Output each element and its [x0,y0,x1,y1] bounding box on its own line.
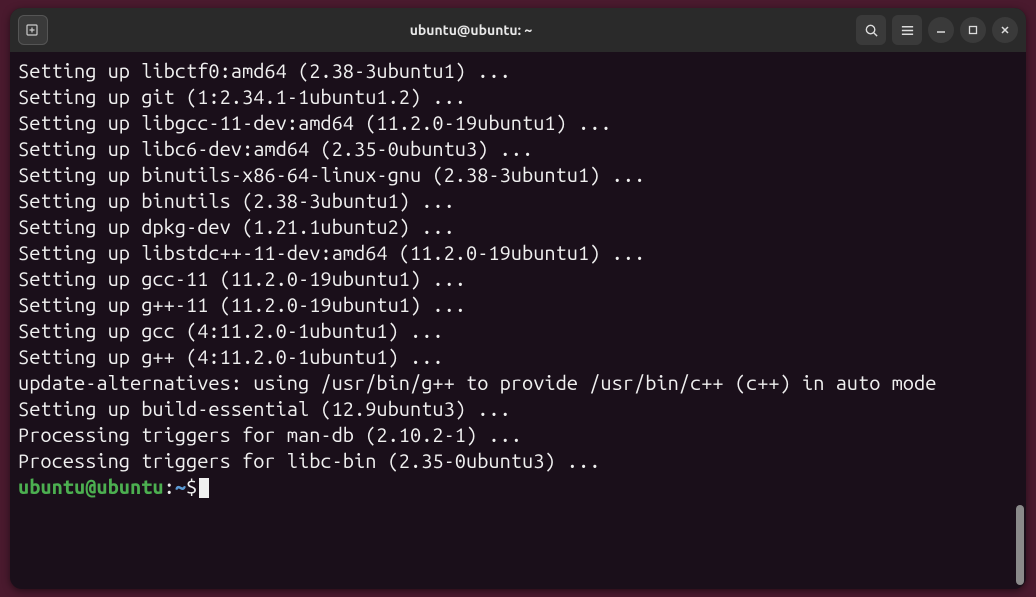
prompt-colon: : [164,475,175,498]
minimize-button[interactable] [928,17,954,43]
output-line: update-alternatives: using /usr/bin/g++ … [18,370,1018,396]
output-line: Setting up binutils-x86-64-linux-gnu (2.… [18,162,1018,188]
close-icon [999,24,1011,36]
search-icon [864,23,879,38]
titlebar: ubuntu@ubuntu: ~ [10,8,1026,52]
prompt-symbol: $ [186,475,197,498]
output-line: Processing triggers for man-db (2.10.2-1… [18,422,1018,448]
maximize-icon [967,24,979,36]
output-line: Setting up dpkg-dev (1.21.1ubuntu2) ... [18,214,1018,240]
output-line: Setting up binutils (2.38-3ubuntu1) ... [18,188,1018,214]
output-line: Processing triggers for libc-bin (2.35-0… [18,448,1018,474]
maximize-button[interactable] [960,17,986,43]
terminal-window: ubuntu@ubuntu: ~ Setting up libctf0:amd6… [10,8,1026,589]
hamburger-menu-button[interactable] [892,15,922,45]
new-tab-button[interactable] [18,15,48,45]
terminal-output[interactable]: Setting up libctf0:amd64 (2.38-3ubuntu1)… [10,52,1026,589]
prompt-line: ubuntu@ubuntu:~$ [18,474,1018,500]
minimize-icon [935,24,947,36]
search-button[interactable] [856,15,886,45]
output-line: Setting up g++-11 (11.2.0-19ubuntu1) ... [18,292,1018,318]
output-line: Setting up gcc (4:11.2.0-1ubuntu1) ... [18,318,1018,344]
scrollbar-thumb[interactable] [1016,505,1024,585]
output-line: Setting up gcc-11 (11.2.0-19ubuntu1) ... [18,266,1018,292]
output-line: Setting up build-essential (12.9ubuntu3)… [18,396,1018,422]
output-line: Setting up libc6-dev:amd64 (2.35-0ubuntu… [18,136,1018,162]
prompt-path: ~ [175,475,186,498]
output-line: Setting up git (1:2.34.1-1ubuntu1.2) ... [18,84,1018,110]
output-line: Setting up g++ (4:11.2.0-1ubuntu1) ... [18,344,1018,370]
prompt-user-host: ubuntu@ubuntu [18,475,164,498]
new-tab-icon [25,22,41,38]
scrollbar[interactable] [1014,52,1026,589]
close-button[interactable] [992,17,1018,43]
output-line: Setting up libctf0:amd64 (2.38-3ubuntu1)… [18,58,1018,84]
window-title: ubuntu@ubuntu: ~ [90,22,852,38]
output-line: Setting up libgcc-11-dev:amd64 (11.2.0-1… [18,110,1018,136]
output-line: Setting up libstdc++-11-dev:amd64 (11.2.… [18,240,1018,266]
output-lines: Setting up libctf0:amd64 (2.38-3ubuntu1)… [18,58,1018,474]
hamburger-icon [900,23,915,38]
cursor [199,478,209,498]
